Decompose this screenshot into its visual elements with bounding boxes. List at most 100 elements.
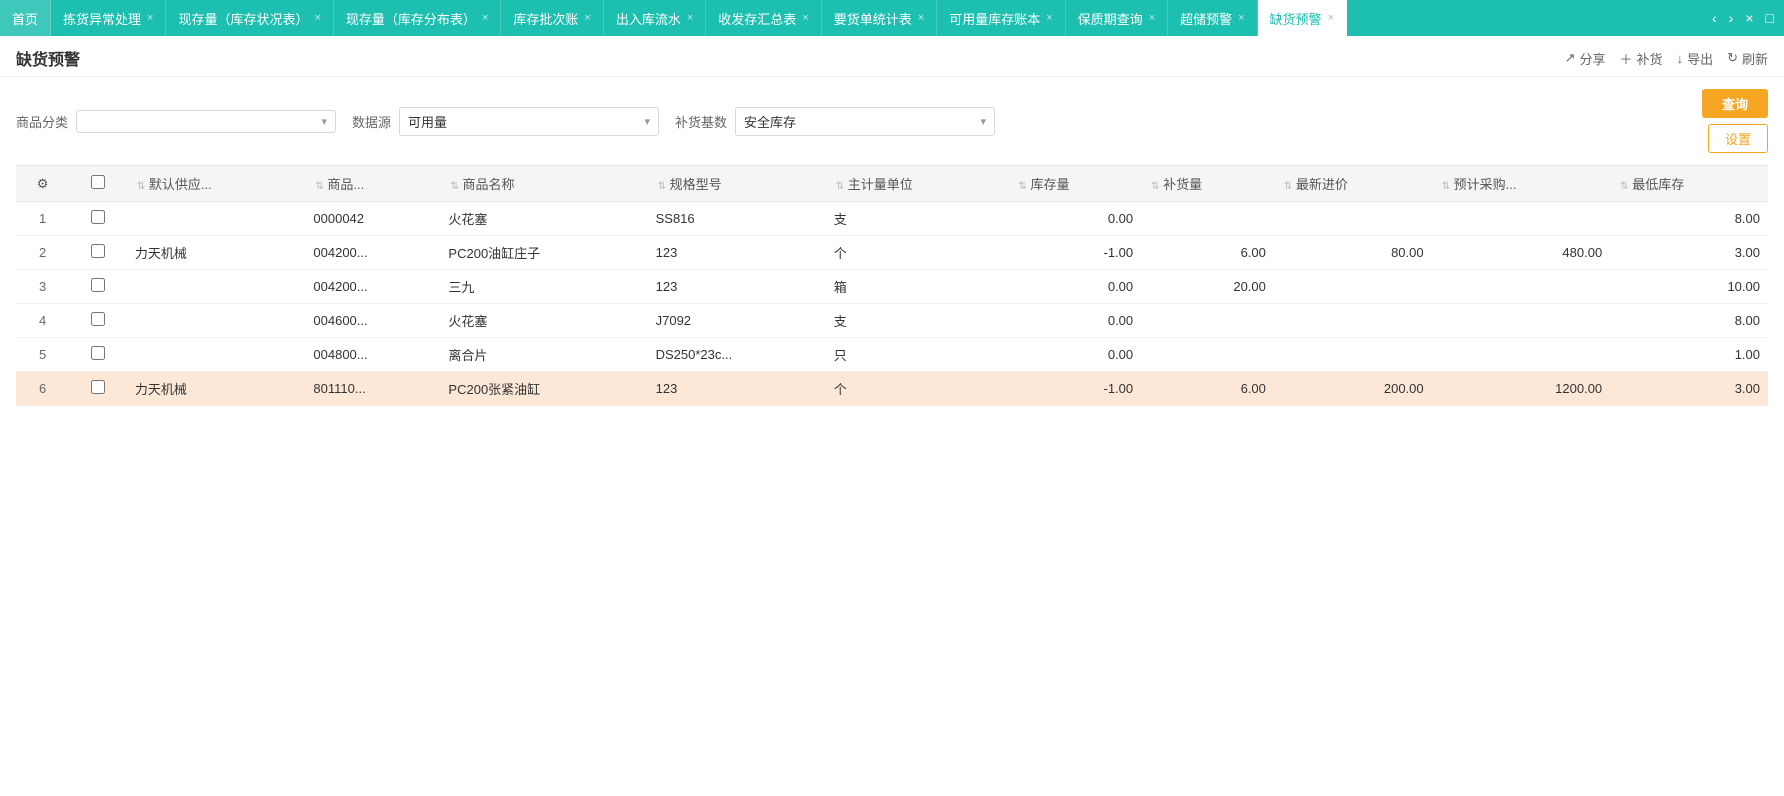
tab-available-ledger[interactable]: 可用量库存账本 × [937, 0, 1065, 36]
row-num: 5 [16, 338, 69, 372]
row-replenish-qty [1141, 338, 1274, 372]
tab-batch-account[interactable]: 库存批次账 × [501, 0, 603, 36]
tab-next-btn[interactable]: › [1723, 6, 1740, 30]
tab-close-shortage[interactable]: × [1328, 12, 1334, 24]
sort-icon-unit[interactable]: ⇅ [836, 181, 844, 192]
sort-icon-code[interactable]: ⇅ [315, 181, 323, 192]
row-est-purchase [1432, 202, 1611, 236]
tab-close-available-ledger[interactable]: × [1046, 12, 1052, 24]
tab-overstock[interactable]: 超储预警 × [1168, 0, 1257, 36]
tab-prev-btn[interactable]: ‹ [1706, 6, 1723, 30]
filter-actions: 查询 设置 [1702, 89, 1768, 153]
sort-icon-supplier[interactable]: ⇅ [137, 181, 145, 192]
sort-icon-spec[interactable]: ⇅ [658, 181, 666, 192]
category-arrow-icon: ▾ [321, 115, 327, 128]
row-checkbox[interactable] [91, 312, 105, 326]
replenish-button[interactable]: ＋ 补货 [1620, 49, 1663, 68]
row-num: 6 [16, 372, 69, 406]
tab-inventory-status[interactable]: 现存量（库存状况表） × [166, 0, 333, 36]
sort-icon-est[interactable]: ⇅ [1442, 181, 1450, 192]
share-button[interactable]: ↗ 分享 [1565, 49, 1606, 68]
row-checkbox[interactable] [91, 380, 105, 394]
row-latest-price: 80.00 [1274, 236, 1432, 270]
row-spec: J7092 [648, 304, 826, 338]
query-button[interactable]: 查询 [1702, 89, 1768, 118]
row-stock-qty: 0.00 [1008, 338, 1141, 372]
th-goods-name: ⇅ 商品名称 [440, 166, 647, 202]
replenish-select[interactable]: 安全库存 ▾ [735, 107, 995, 136]
refresh-icon: ↻ [1727, 50, 1738, 66]
row-latest-price [1274, 270, 1432, 304]
settings-button[interactable]: 设置 [1708, 124, 1768, 153]
tab-close-abnormal[interactable]: × [147, 12, 153, 24]
row-goods-code: 004200... [305, 270, 440, 304]
th-goods-code: ⇅ 商品... [305, 166, 440, 202]
tab-close-batch-account[interactable]: × [584, 12, 590, 24]
datasource-select[interactable]: 可用量 ▾ [399, 107, 659, 136]
row-replenish-qty [1141, 202, 1274, 236]
row-latest-price [1274, 304, 1432, 338]
row-checkbox-cell [69, 270, 127, 304]
refresh-button[interactable]: ↻ 刷新 [1727, 49, 1768, 68]
tab-home[interactable]: 首页 [0, 0, 51, 36]
row-goods-name: 三九 [440, 270, 647, 304]
row-est-purchase [1432, 304, 1611, 338]
row-goods-name: 离合片 [440, 338, 647, 372]
row-checkbox[interactable] [91, 244, 105, 258]
row-min-stock: 8.00 [1610, 304, 1768, 338]
th-settings[interactable]: ⚙ [16, 166, 69, 202]
tab-expiry-query[interactable]: 保质期查询 × [1066, 0, 1168, 36]
tab-close-expiry-query[interactable]: × [1149, 12, 1155, 24]
settings-gear-icon[interactable]: ⚙ [37, 176, 49, 191]
row-unit: 支 [826, 304, 1009, 338]
sort-icon-min[interactable]: ⇅ [1620, 181, 1628, 192]
row-num: 4 [16, 304, 69, 338]
row-goods-code: 801110... [305, 372, 440, 406]
table-container: ⚙ ⇅ 默认供应... ⇅ 商品... ⇅ 商品名称 [0, 165, 1784, 406]
row-spec: 123 [648, 372, 826, 406]
table-row: 1 0000042 火花塞 SS816 支 0.00 8.00 [16, 202, 1768, 236]
sort-icon-stock[interactable]: ⇅ [1018, 181, 1026, 192]
data-table: ⚙ ⇅ 默认供应... ⇅ 商品... ⇅ 商品名称 [16, 165, 1768, 406]
tab-close-inventory-dist[interactable]: × [482, 12, 488, 24]
page-header: 缺货预警 ↗ 分享 ＋ 补货 ↓ 导出 ↻ 刷新 [0, 36, 1784, 77]
row-est-purchase: 480.00 [1432, 236, 1611, 270]
page-title: 缺货预警 [16, 46, 80, 70]
row-latest-price: 200.00 [1274, 372, 1432, 406]
tab-nav-buttons: ‹ › × □ [1702, 6, 1784, 30]
table-row: 2 力天机械 004200... PC200油缸庄子 123 个 -1.00 6… [16, 236, 1768, 270]
th-min-stock: ⇅ 最低库存 [1610, 166, 1768, 202]
tab-close-receipt-summary[interactable]: × [802, 12, 808, 24]
sort-icon-replenish[interactable]: ⇅ [1151, 181, 1159, 192]
row-spec: SS816 [648, 202, 826, 236]
export-button[interactable]: ↓ 导出 [1677, 49, 1714, 68]
th-spec: ⇅ 规格型号 [648, 166, 826, 202]
row-goods-name: PC200张紧油缸 [440, 372, 647, 406]
sort-icon-price[interactable]: ⇅ [1284, 181, 1292, 192]
row-min-stock: 3.00 [1610, 236, 1768, 270]
select-all-checkbox[interactable] [91, 175, 105, 189]
tab-demand-stats[interactable]: 要货单统计表 × [822, 0, 937, 36]
row-goods-name: 火花塞 [440, 202, 647, 236]
row-stock-qty: 0.00 [1008, 202, 1141, 236]
tab-close-all-btn[interactable]: × [1739, 6, 1759, 30]
tab-close-inventory-status[interactable]: × [314, 12, 320, 24]
tab-close-demand-stats[interactable]: × [918, 12, 924, 24]
row-checkbox[interactable] [91, 210, 105, 224]
sort-icon-name[interactable]: ⇅ [450, 181, 458, 192]
tab-abnormal[interactable]: 拣货异常处理 × [51, 0, 166, 36]
category-select[interactable]: ▾ [76, 110, 336, 133]
row-num: 1 [16, 202, 69, 236]
tab-inventory-dist[interactable]: 现存量（库存分布表） × [334, 0, 501, 36]
tab-maximize-btn[interactable]: □ [1760, 6, 1780, 30]
tab-receipt-summary[interactable]: 收发存汇总表 × [706, 0, 821, 36]
tab-inout-flow[interactable]: 出入库流水 × [604, 0, 706, 36]
tab-shortage[interactable]: 缺货预警 × [1258, 0, 1347, 36]
row-stock-qty: 0.00 [1008, 304, 1141, 338]
row-num: 2 [16, 236, 69, 270]
tab-close-overstock[interactable]: × [1238, 12, 1244, 24]
row-unit: 只 [826, 338, 1009, 372]
row-checkbox[interactable] [91, 346, 105, 360]
tab-close-inout-flow[interactable]: × [687, 12, 693, 24]
row-checkbox[interactable] [91, 278, 105, 292]
